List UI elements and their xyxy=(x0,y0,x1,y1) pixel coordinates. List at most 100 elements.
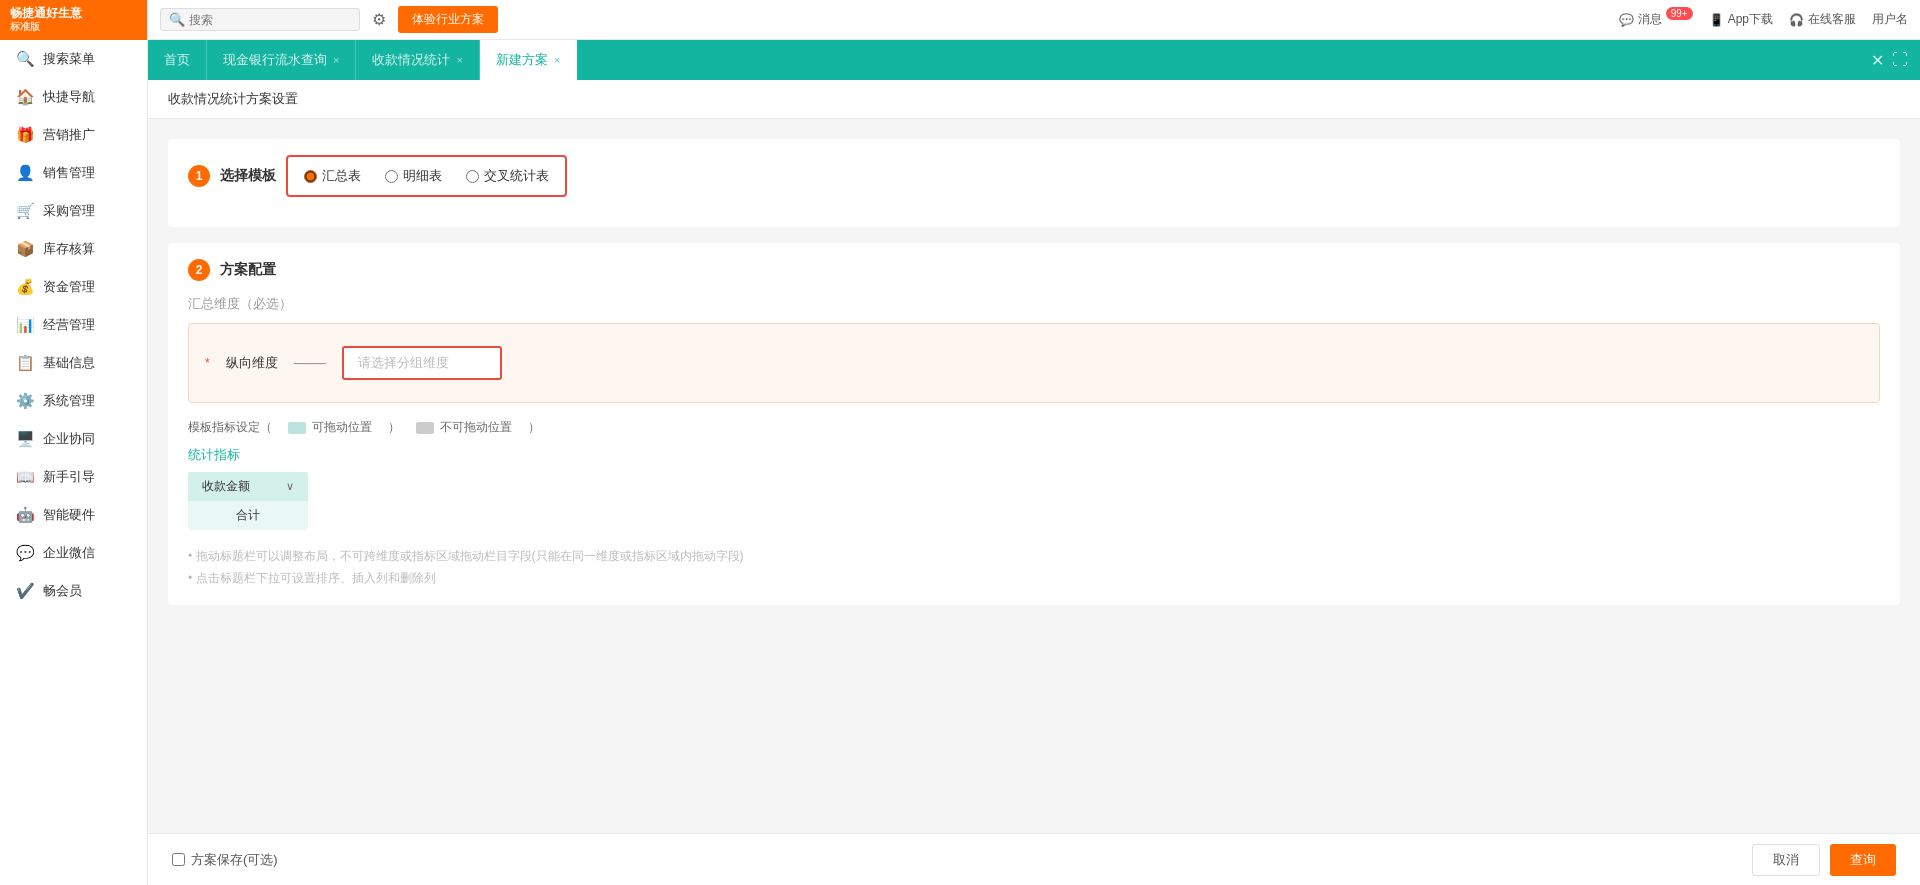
required-mark: * xyxy=(205,356,210,370)
step1-header: 1 选择模板 汇总表明细表交叉统计表 xyxy=(188,155,1880,197)
sidebar-icon-0: 🔍 xyxy=(16,50,35,68)
topbar-actions: 💬 消息 99+ 📱 App下载 🎧 在线客服 用户名 xyxy=(1619,11,1908,28)
tab-close-1[interactable]: × xyxy=(333,54,339,66)
indicator-col-body: 合计 xyxy=(188,501,308,530)
sidebar-item-14[interactable]: ✔️畅会员 xyxy=(0,572,147,610)
sidebar-item-8[interactable]: 📋基础信息 xyxy=(0,344,147,382)
sidebar-item-0[interactable]: 🔍搜索菜单 xyxy=(0,40,147,78)
sidebar-icon-2: 🎁 xyxy=(16,126,35,144)
tab-label-3: 新建方案 xyxy=(496,51,548,69)
sidebar-item-11[interactable]: 📖新手引导 xyxy=(0,458,147,496)
industry-btn[interactable]: 体验行业方案 xyxy=(398,6,498,33)
search-input[interactable] xyxy=(189,13,329,27)
sidebar-icon-6: 💰 xyxy=(16,278,35,296)
dim-select[interactable]: 请选择分组维度 xyxy=(342,346,502,380)
step2-section: 2 方案配置 汇总维度（必选） * 纵向维度 —— 请选择分组维度 xyxy=(168,243,1900,605)
save-checkbox[interactable]: 方案保存(可选) xyxy=(172,851,278,869)
fixed-label: 不可拖动位置 xyxy=(440,419,512,436)
tab-spacer xyxy=(577,40,1859,80)
logo-sub: 标准版 xyxy=(10,20,82,34)
template-options: 汇总表 明细表 交叉统计表 xyxy=(286,155,567,197)
sidebar-item-3[interactable]: 👤销售管理 xyxy=(0,154,147,192)
download-icon: 📱 xyxy=(1709,13,1724,27)
sidebar-item-7[interactable]: 📊经营管理 xyxy=(0,306,147,344)
footer-buttons: 取消 查询 xyxy=(1752,844,1896,876)
radio-2[interactable] xyxy=(466,170,479,183)
service-icon: 🎧 xyxy=(1789,13,1804,27)
sidebar-icon-9: ⚙️ xyxy=(16,392,35,410)
sidebar-item-9[interactable]: ⚙️系统管理 xyxy=(0,382,147,420)
sidebar-item-6[interactable]: 💰资金管理 xyxy=(0,268,147,306)
tab-0[interactable]: 首页 xyxy=(148,40,207,80)
maximize-icon[interactable]: ⛶ xyxy=(1892,51,1908,69)
sidebar-icon-5: 📦 xyxy=(16,240,35,258)
message-action[interactable]: 💬 消息 99+ xyxy=(1619,11,1693,28)
indicator-grid: 收款金额 ∨ 合计 xyxy=(188,472,308,530)
footer-bar: 方案保存(可选) 取消 查询 xyxy=(148,833,1920,885)
tab-1[interactable]: 现金银行流水查询 × xyxy=(207,40,356,80)
indicators-section: 模板指标设定（ 可拖动位置 ） 不可拖动位置 ） xyxy=(188,419,1880,530)
stats-label: 统计指标 xyxy=(188,446,1880,464)
hint-0: 拖动标题栏可以调整布局，不可跨维度或指标区域拖动栏目字段(只能在同一维度或指标区… xyxy=(188,546,1880,568)
sidebar-icon-12: 🤖 xyxy=(16,506,35,524)
hints: 拖动标题栏可以调整布局，不可跨维度或指标区域拖动栏目字段(只能在同一维度或指标区… xyxy=(188,546,1880,589)
sidebar-icon-11: 📖 xyxy=(16,468,35,486)
save-checkbox-input[interactable] xyxy=(172,853,185,866)
vertical-dim-label: 纵向维度 xyxy=(226,354,278,372)
indicators-title: 模板指标设定（ xyxy=(188,419,272,436)
page-header: 收款情况统计方案设置 xyxy=(148,80,1920,119)
sidebar-item-10[interactable]: 🖥️企业协同 xyxy=(0,420,147,458)
sidebar-icon-8: 📋 xyxy=(16,354,35,372)
dim-section-label: 汇总维度（必选） xyxy=(188,295,1880,313)
radio-1[interactable] xyxy=(385,170,398,183)
dim-arrow: —— xyxy=(294,354,326,372)
dimension-area: * 纵向维度 —— 请选择分组维度 xyxy=(188,323,1880,403)
fixed-icon xyxy=(416,422,434,434)
sidebar-item-13[interactable]: 💬企业微信 xyxy=(0,534,147,572)
template-option-0[interactable]: 汇总表 xyxy=(304,167,361,185)
movable-legend: 可拖动位置 xyxy=(288,419,372,436)
tab-label-1: 现金银行流水查询 xyxy=(223,51,327,69)
sidebar-item-12[interactable]: 🤖智能硬件 xyxy=(0,496,147,534)
window-controls: ✕⛶ xyxy=(1859,40,1920,80)
download-action[interactable]: 📱 App下载 xyxy=(1709,11,1773,28)
indicator-chevron[interactable]: ∨ xyxy=(286,480,294,493)
option-label-0: 汇总表 xyxy=(322,167,361,185)
tab-2[interactable]: 收款情况统计 × xyxy=(356,40,479,80)
step1-title: 选择模板 xyxy=(220,167,276,185)
fixed-legend: 不可拖动位置 xyxy=(416,419,512,436)
indicators-legend: 模板指标设定（ 可拖动位置 ） 不可拖动位置 ） xyxy=(188,419,1880,436)
content-area: 收款情况统计方案设置 1 选择模板 汇总表明细表交叉统计表 2 方案配置 汇 xyxy=(148,80,1920,885)
template-option-2[interactable]: 交叉统计表 xyxy=(466,167,549,185)
sidebar-item-4[interactable]: 🛒采购管理 xyxy=(0,192,147,230)
sidebar-item-5[interactable]: 📦库存核算 xyxy=(0,230,147,268)
user-action[interactable]: 用户名 xyxy=(1872,11,1908,28)
sidebar-icon-7: 📊 xyxy=(16,316,35,334)
indicator-col-header: 收款金额 ∨ xyxy=(188,472,308,501)
template-option-1[interactable]: 明细表 xyxy=(385,167,442,185)
cancel-button[interactable]: 取消 xyxy=(1752,844,1820,876)
service-action[interactable]: 🎧 在线客服 xyxy=(1789,11,1856,28)
tabbar: 首页现金银行流水查询×收款情况统计×新建方案×✕⛶ xyxy=(148,40,1920,80)
step1-section: 1 选择模板 汇总表明细表交叉统计表 xyxy=(168,139,1900,227)
sep: ） xyxy=(388,419,400,436)
tab-3[interactable]: 新建方案 × xyxy=(480,40,577,80)
step2-title: 方案配置 xyxy=(220,261,276,279)
sidebar-item-1[interactable]: 🏠快捷导航 xyxy=(0,78,147,116)
tab-close-2[interactable]: × xyxy=(456,54,462,66)
radio-0[interactable] xyxy=(304,170,317,183)
tab-label-2: 收款情况统计 xyxy=(372,51,450,69)
gear-icon[interactable]: ⚙ xyxy=(372,10,386,29)
app-logo: 畅捷通好生意 标准版 xyxy=(0,0,147,40)
step2-number: 2 xyxy=(188,259,210,281)
tab-close-3[interactable]: × xyxy=(554,54,560,66)
message-label: 消息 xyxy=(1638,11,1662,28)
query-button[interactable]: 查询 xyxy=(1830,844,1896,876)
search-box[interactable]: 🔍 xyxy=(160,8,360,31)
sidebar: 畅捷通好生意 标准版 🔍搜索菜单🏠快捷导航🎁营销推广👤销售管理🛒采购管理📦库存核… xyxy=(0,0,148,885)
service-label: 在线客服 xyxy=(1808,11,1856,28)
close-window-icon[interactable]: ✕ xyxy=(1871,51,1884,70)
sidebar-item-2[interactable]: 🎁营销推广 xyxy=(0,116,147,154)
download-label: App下载 xyxy=(1728,11,1773,28)
sidebar-icon-3: 👤 xyxy=(16,164,35,182)
